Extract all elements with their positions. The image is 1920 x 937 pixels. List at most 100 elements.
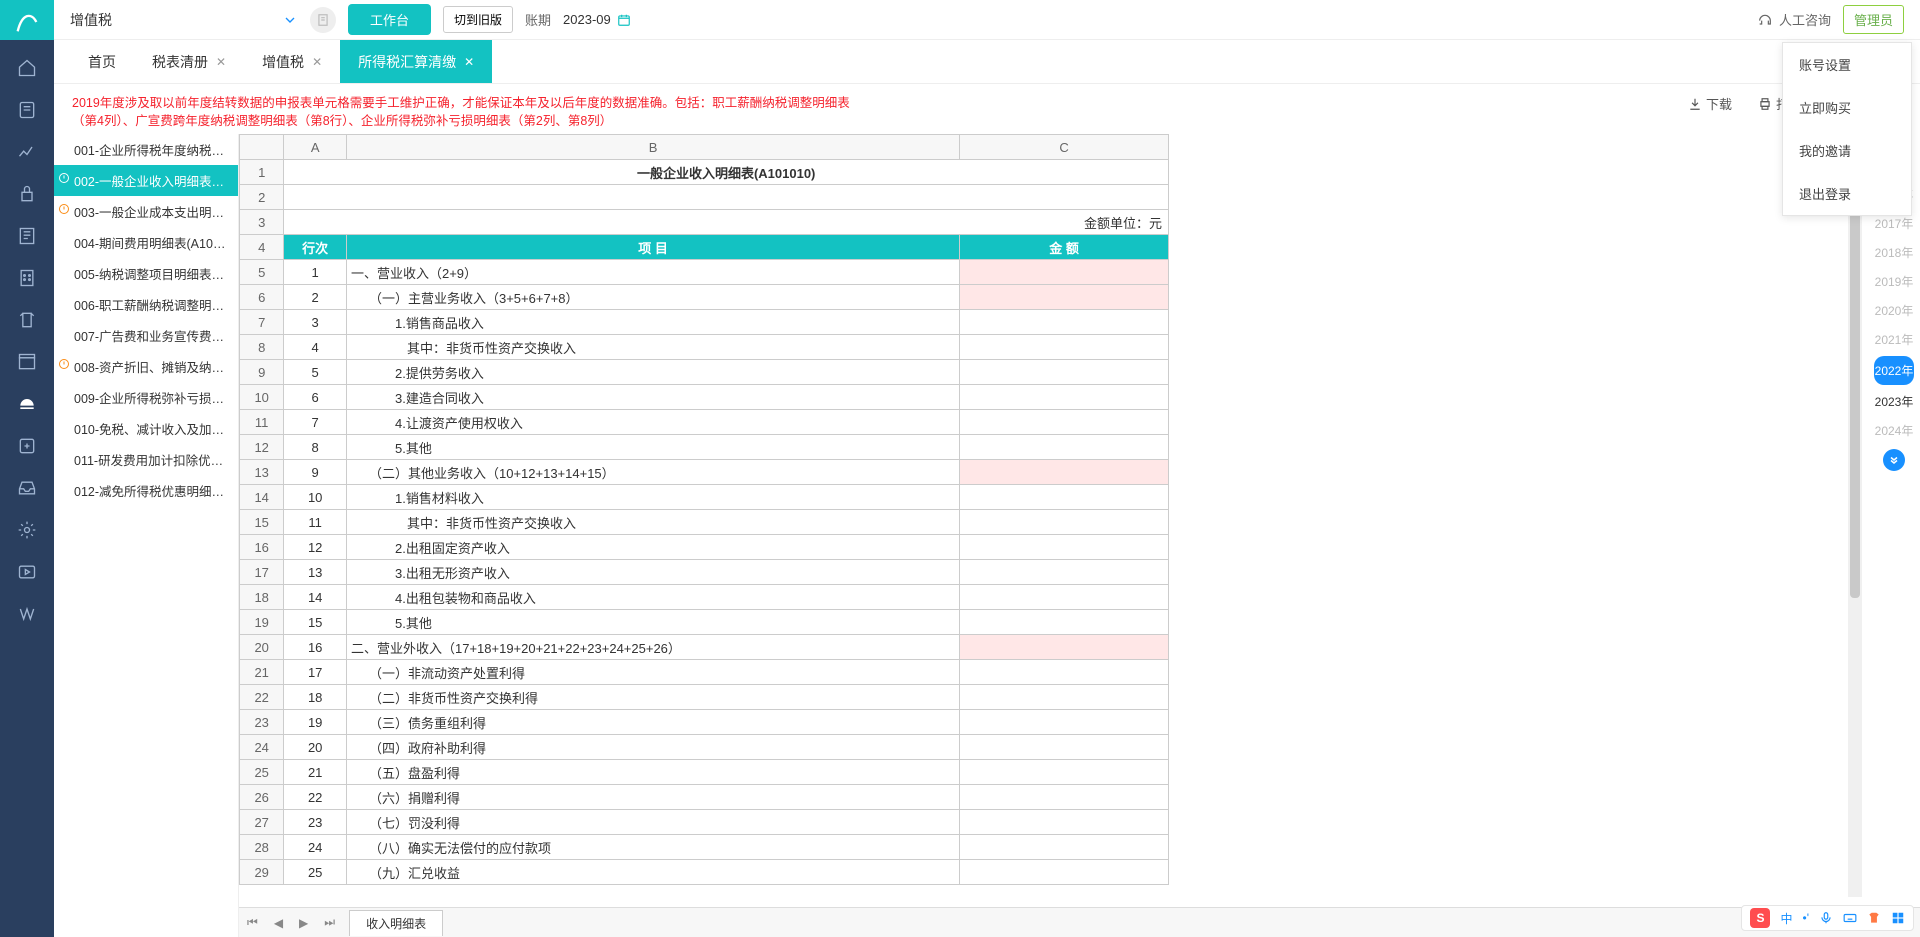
sheet-nav-prev[interactable]: ◀ — [266, 916, 291, 930]
ledger-icon[interactable] — [17, 100, 37, 120]
amount-cell[interactable] — [960, 510, 1169, 535]
inbox-icon[interactable] — [17, 478, 37, 498]
admin-button[interactable]: 管理员 — [1843, 5, 1904, 34]
keyboard-icon[interactable] — [1843, 911, 1857, 925]
amount-cell[interactable] — [960, 360, 1169, 385]
company-selector[interactable]: 增值税 — [70, 10, 298, 30]
year-option[interactable]: 2018年 — [1868, 238, 1920, 267]
ime-punct-icon[interactable]: •' — [1803, 911, 1810, 925]
tab[interactable]: 增值税✕ — [244, 40, 340, 83]
spreadsheet[interactable]: ABC1一般企业收入明细表(A101010)23金额单位：元4行次项 目金 额5… — [239, 134, 1920, 907]
sheet-tab[interactable]: 收入明细表 — [349, 910, 443, 936]
amount-cell[interactable] — [960, 585, 1169, 610]
toolbox-icon[interactable] — [1891, 911, 1905, 925]
support-link[interactable]: 人工咨询 — [1757, 10, 1831, 29]
tab[interactable]: 所得税汇算清缴✕ — [340, 40, 492, 83]
amount-cell[interactable] — [960, 635, 1169, 660]
form-list-item[interactable]: 001-企业所得税年度纳税申… — [54, 134, 238, 165]
amount-cell[interactable] — [960, 285, 1169, 310]
tab[interactable]: 首页 — [70, 40, 134, 83]
year-option[interactable]: 2020年 — [1868, 296, 1920, 325]
form-list-item[interactable]: 012-减免所得税优惠明细表(… — [54, 475, 238, 506]
home-icon[interactable] — [17, 58, 37, 78]
amount-cell[interactable] — [960, 710, 1169, 735]
warn-icon — [58, 203, 70, 215]
sheet-nav-next[interactable]: ▶ — [291, 916, 316, 930]
amount-cell[interactable] — [960, 435, 1169, 460]
form-list-item[interactable]: 011-研发费用加计扣除优惠… — [54, 444, 238, 475]
amount-cell[interactable] — [960, 335, 1169, 360]
amount-cell[interactable] — [960, 310, 1169, 335]
amount-cell[interactable] — [960, 785, 1169, 810]
scrollbar-thumb[interactable] — [1850, 168, 1860, 598]
settings-icon[interactable] — [17, 520, 37, 540]
tab-close-icon[interactable]: ✕ — [464, 55, 474, 69]
sogou-icon: S — [1750, 908, 1770, 928]
sheet-nav-first[interactable]: ⏮ — [239, 915, 266, 930]
sheet-nav-last[interactable]: ⏭ — [316, 915, 343, 930]
form-list-item[interactable]: 010-免税、减计收入及加计… — [54, 413, 238, 444]
ime-toolbar[interactable]: S 中 •' — [1741, 905, 1914, 931]
download-button[interactable]: 下载 — [1688, 94, 1732, 113]
amount-cell[interactable] — [960, 485, 1169, 510]
print-icon — [1758, 97, 1772, 111]
amount-cell[interactable] — [960, 610, 1169, 635]
amount-cell[interactable] — [960, 860, 1169, 885]
skin-icon[interactable] — [1867, 911, 1881, 925]
year-option[interactable]: 2021年 — [1868, 325, 1920, 354]
tab-close-icon[interactable]: ✕ — [312, 55, 322, 69]
form-list-item[interactable]: 008-资产折旧、摊销及纳税… — [54, 351, 238, 382]
video-icon[interactable] — [17, 562, 37, 582]
amount-cell[interactable] — [960, 535, 1169, 560]
tab-close-icon[interactable]: ✕ — [216, 55, 226, 69]
form-list-item[interactable]: 002-一般企业收入明细表(A1… — [54, 165, 238, 196]
ime-mode[interactable]: 中 — [1780, 910, 1792, 927]
amount-cell[interactable] — [960, 760, 1169, 785]
tax-form-icon[interactable] — [17, 310, 37, 330]
form-list-item[interactable]: 009-企业所得税弥补亏损明… — [54, 382, 238, 413]
switch-old-button[interactable]: 切到旧版 — [443, 6, 513, 33]
note-button[interactable] — [310, 7, 336, 33]
archive-icon[interactable] — [17, 352, 37, 372]
report-icon[interactable] — [17, 226, 37, 246]
year-option[interactable]: 2019年 — [1868, 267, 1920, 296]
vertical-scrollbar[interactable] — [1848, 168, 1862, 897]
amount-cell[interactable] — [960, 660, 1169, 685]
year-option[interactable]: 2024年 — [1868, 416, 1920, 445]
form-list-item[interactable]: 007-广告费和业务宣传费跨… — [54, 320, 238, 351]
amount-cell[interactable] — [960, 385, 1169, 410]
amount-cell[interactable] — [960, 560, 1169, 585]
mic-icon[interactable] — [1819, 911, 1833, 925]
user-menu-item[interactable]: 退出登录 — [1783, 172, 1911, 215]
workbench-button[interactable]: 工作台 — [348, 4, 431, 35]
tax-icon[interactable] — [17, 394, 37, 414]
year-selector: 2016年2017年2018年2019年2020年2021年2022年2023年… — [1868, 180, 1920, 471]
form-list-item[interactable]: 004-期间费用明细表(A1040… — [54, 227, 238, 258]
year-option[interactable]: 2022年 — [1874, 356, 1914, 385]
assets-icon[interactable] — [17, 184, 37, 204]
analytics-icon[interactable] — [17, 142, 37, 162]
amount-cell[interactable] — [960, 810, 1169, 835]
chevron-double-down-icon — [1888, 454, 1900, 466]
form-list-item[interactable]: 005-纳税调整项目明细表(A1… — [54, 258, 238, 289]
tab[interactable]: 税表清册✕ — [134, 40, 244, 83]
amount-cell[interactable] — [960, 460, 1169, 485]
year-more-button[interactable] — [1883, 449, 1905, 471]
vip-icon[interactable] — [17, 604, 37, 624]
user-menu-item[interactable]: 账号设置 — [1783, 43, 1911, 86]
user-menu-item[interactable]: 立即购买 — [1783, 86, 1911, 129]
calendar-icon — [617, 13, 631, 27]
period-picker[interactable]: 2023-09 — [563, 12, 631, 27]
headset-icon — [1757, 12, 1773, 28]
user-menu-item[interactable]: 我的邀请 — [1783, 129, 1911, 172]
calc-icon[interactable] — [17, 268, 37, 288]
amount-cell[interactable] — [960, 735, 1169, 760]
year-option[interactable]: 2023年 — [1868, 387, 1920, 416]
amount-cell[interactable] — [960, 685, 1169, 710]
transfer-icon[interactable] — [17, 436, 37, 456]
form-list-item[interactable]: 006-职工薪酬纳税调整明细… — [54, 289, 238, 320]
amount-cell[interactable] — [960, 260, 1169, 285]
amount-cell[interactable] — [960, 835, 1169, 860]
form-list-item[interactable]: 003-一般企业成本支出明细… — [54, 196, 238, 227]
amount-cell[interactable] — [960, 410, 1169, 435]
